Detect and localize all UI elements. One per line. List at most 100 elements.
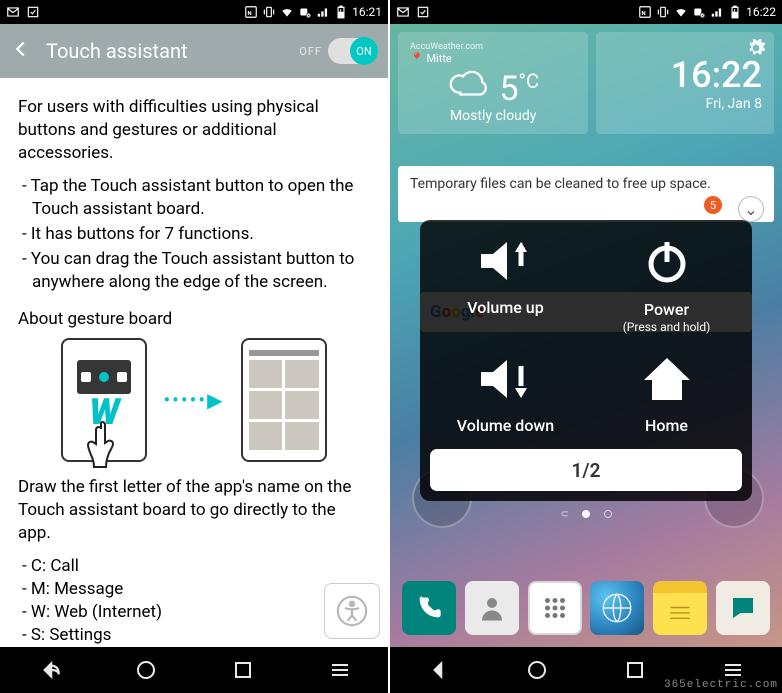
phone-left-settings: N ✕ 16:21 Touch assistant OFF ON For use… — [0, 0, 390, 693]
weather-icon — [447, 67, 489, 110]
gesture-text: Draw the first letter of the app's name … — [18, 476, 370, 545]
ta-sublabel: (Press and hold) — [623, 320, 711, 334]
statusbar: N ✕ 16:22 — [390, 0, 782, 24]
weather-location: 📍 Mitte — [410, 52, 576, 65]
wifi-icon — [674, 5, 688, 19]
legend-item: - W: Web (Internet) — [18, 601, 370, 624]
page-dot[interactable]: ⊂ — [561, 509, 568, 519]
watermark: 365electric.com — [664, 679, 778, 691]
vibrate-icon — [656, 5, 670, 19]
intro-text: For users with difficulties using physic… — [18, 96, 370, 165]
touch-assistant-toggle[interactable]: OFF ON — [299, 38, 378, 64]
status-time: 16:22 — [746, 5, 776, 19]
touch-assistant-floating-button[interactable] — [324, 583, 380, 639]
bullet-item: - It has buttons for 7 functions. — [18, 223, 370, 246]
mail-icon — [396, 5, 410, 19]
dock-contacts[interactable] — [465, 581, 519, 635]
status-time: 16:21 — [352, 5, 382, 19]
ta-power[interactable]: Power (Press and hold) — [591, 238, 742, 334]
home-page-indicator: ⊂ — [390, 509, 782, 519]
svg-text:N: N — [248, 11, 252, 17]
weather-temp: 5 — [499, 69, 518, 109]
ta-label: Home — [645, 416, 688, 435]
ta-home[interactable]: Home — [591, 356, 742, 435]
statusbar: N ✕ 16:21 — [0, 0, 388, 24]
illustration-phone-gesture: W — [61, 338, 147, 462]
volume-up-icon — [477, 238, 535, 288]
dock-messages[interactable] — [716, 581, 770, 635]
arrow-icon: •••••▶ — [163, 387, 224, 414]
gear-icon[interactable] — [746, 38, 766, 62]
legend-item: - C: Call — [18, 555, 370, 578]
nav-menu-button[interactable] — [310, 658, 370, 682]
signal-icon — [316, 5, 330, 19]
toggle-off-label: OFF — [299, 45, 322, 58]
nav-recent-button[interactable] — [605, 658, 665, 682]
back-icon[interactable] — [10, 38, 32, 65]
vibrate-icon — [262, 5, 276, 19]
mail-icon — [6, 5, 20, 19]
nav-back-button[interactable] — [19, 657, 79, 683]
legend-item: - M: Message — [18, 578, 370, 601]
ta-volume-down[interactable]: Volume down — [430, 356, 581, 435]
svg-text:✕: ✕ — [307, 13, 310, 18]
bullet-item: - Tap the Touch assistant button to open… — [18, 175, 370, 221]
weather-unit: °C — [519, 69, 540, 93]
clock-widget[interactable]: 16:22 Fri, Jan 8 — [596, 32, 774, 134]
notification-badge: 5 — [704, 196, 722, 214]
home-screen[interactable]: AccuWeather.com 📍 Mitte 5°C Mostly cloud… — [390, 24, 782, 647]
ta-label: Volume down — [457, 416, 554, 435]
ta-page-indicator[interactable]: 1/2 — [430, 449, 742, 491]
nfc-icon: N — [244, 5, 258, 19]
ta-volume-up[interactable]: Volume up — [430, 238, 581, 334]
weather-source: AccuWeather.com — [410, 42, 576, 52]
nav-home-button[interactable] — [116, 658, 176, 682]
bullet-item: - You can drag the Touch assistant butto… — [18, 248, 370, 294]
dock-browser[interactable] — [590, 581, 644, 635]
nfc-icon: N — [638, 5, 652, 19]
header-title: Touch assistant — [46, 39, 299, 63]
page-dot[interactable] — [604, 510, 612, 518]
home-icon — [642, 356, 692, 406]
wifi-icon — [280, 5, 294, 19]
dock-apps[interactable] — [528, 581, 582, 635]
ta-label: Power — [644, 300, 689, 319]
notification-text: Temporary files can be cleaned to free u… — [410, 176, 711, 192]
cleanup-notification[interactable]: Temporary files can be cleaned to free u… — [398, 166, 774, 222]
ta-label: Volume up — [467, 298, 543, 317]
battery-icon — [334, 5, 348, 19]
legend-list: - C: Call - M: Message - W: Web (Interne… — [18, 555, 370, 647]
page-dot-active[interactable] — [582, 510, 590, 518]
gesture-heading: About gesture board — [18, 308, 370, 331]
settings-header: Touch assistant OFF ON — [0, 24, 388, 78]
svg-text:N: N — [642, 11, 646, 17]
data-icon: ✕ — [298, 5, 312, 19]
signal-icon — [710, 5, 724, 19]
gesture-illustration: W •••••▶ — [18, 338, 370, 462]
power-icon — [643, 238, 691, 290]
battery-icon — [728, 5, 742, 19]
screenshot-icon — [416, 5, 430, 19]
settings-content: For users with difficulties using physic… — [0, 78, 388, 647]
android-navbar — [0, 647, 388, 693]
volume-down-icon — [477, 356, 535, 406]
legend-item: - S: Settings — [18, 624, 370, 647]
touch-assistant-board[interactable]: Volume up Power (Press and hold) Volume … — [420, 220, 752, 501]
nav-home-button[interactable] — [507, 658, 567, 682]
chevron-down-icon[interactable]: ⌄ — [738, 196, 764, 222]
hand-icon — [84, 418, 124, 478]
weather-widget[interactable]: AccuWeather.com 📍 Mitte 5°C Mostly cloud… — [398, 32, 588, 134]
bullet-list: - Tap the Touch assistant button to open… — [18, 175, 370, 294]
clock-date: Fri, Jan 8 — [608, 96, 762, 112]
dock-notes[interactable] — [653, 581, 707, 635]
dock — [390, 569, 782, 647]
toggle-on-label: ON — [350, 37, 378, 65]
nav-recent-button[interactable] — [213, 658, 273, 682]
data-icon: ✕ — [692, 5, 706, 19]
phone-right-home: N ✕ 16:22 AccuWeather.com 📍 Mitte 5°C — [390, 0, 782, 693]
dock-phone[interactable] — [402, 581, 456, 635]
clock-time: 16:22 — [608, 54, 762, 96]
svg-text:✕: ✕ — [701, 13, 704, 18]
screenshot-icon — [26, 5, 40, 19]
nav-back-button[interactable] — [409, 657, 469, 683]
